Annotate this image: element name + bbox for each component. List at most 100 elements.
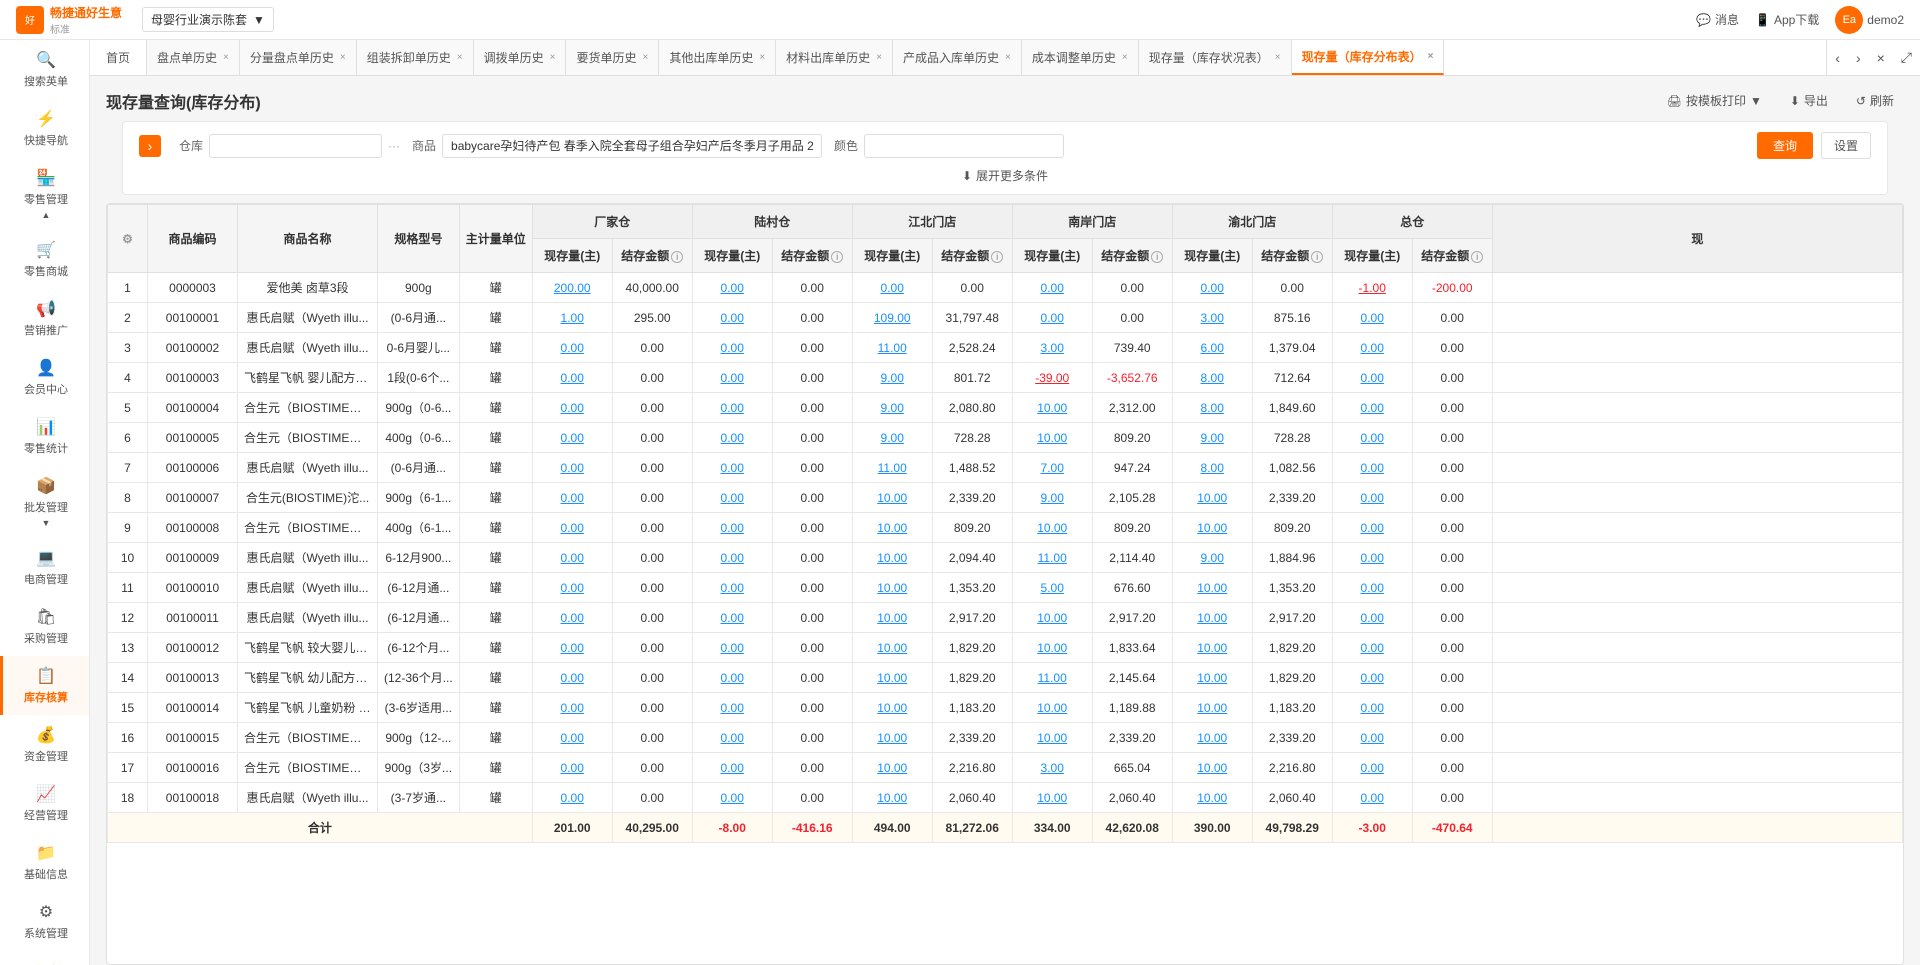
cell-na-amt: 2,105.28 [1092, 483, 1172, 513]
close-icon[interactable]: × [1428, 51, 1434, 62]
message-btn[interactable]: 💬 消息 [1696, 11, 1739, 28]
tab-prev-btn[interactable]: ‹ [1827, 40, 1848, 76]
tab-next-btn[interactable]: › [1848, 40, 1869, 76]
gear-icon[interactable]: ⚙ [122, 232, 133, 246]
sidebar-item-marketing[interactable]: 📢 营销推广 [0, 289, 89, 348]
close-icon[interactable]: × [759, 52, 765, 63]
close-icon[interactable]: × [642, 52, 648, 63]
cell-jb-amt: 2,528.24 [932, 333, 1012, 363]
cell-unit: 罐 [459, 633, 532, 663]
cell-lc-amt: 0.00 [772, 753, 852, 783]
cell-yb-amt: 2,216.80 [1252, 753, 1332, 783]
expand-left-btn[interactable]: › [139, 135, 161, 157]
cell-spec: (6-12月通... [378, 603, 460, 633]
cell-lc-amt: 0.00 [772, 333, 852, 363]
info-icon[interactable]: i [1471, 251, 1483, 263]
info-icon[interactable]: i [1151, 251, 1163, 263]
cell-lc-amt: 0.00 [772, 633, 852, 663]
close-icon[interactable]: × [1122, 52, 1128, 63]
cell-jb-qty: 10.00 [852, 543, 932, 573]
cell-spec: 900g [378, 273, 460, 303]
cell-code: 00100014 [148, 693, 238, 723]
expand-btn[interactable]: ⬇ 展开更多条件 [962, 167, 1048, 184]
tab-xiancun-status[interactable]: 现存量（库存状况表） × [1139, 40, 1292, 75]
tab-yaohuo[interactable]: 要货单历史 × [566, 40, 659, 75]
table-row: 5 00100004 合生元（BIOSTIME）... 900g（0-6... … [108, 393, 1903, 423]
warehouse-input[interactable] [209, 134, 382, 158]
sidebar-item-member[interactable]: 👤 会员中心 [0, 348, 89, 407]
cell-unit: 罐 [459, 423, 532, 453]
info-icon[interactable]: i [1311, 251, 1323, 263]
cell-name: 飞鹤星飞帆 婴儿配方奶... [238, 363, 378, 393]
th-jb-qty: 现存量(主) [852, 239, 932, 273]
info-icon[interactable]: i [671, 251, 683, 263]
tab-cailiaochu[interactable]: 材料出库单历史 × [776, 40, 893, 75]
cell-lc-qty: 0.00 [692, 273, 772, 303]
close-icon[interactable]: × [550, 52, 556, 63]
cell-cj-qty: 0.00 [532, 573, 612, 603]
cell-yb-qty: 10.00 [1172, 723, 1252, 753]
cell-na-amt: 676.60 [1092, 573, 1172, 603]
tab-chengben[interactable]: 成本调整单历史 × [1022, 40, 1139, 75]
sidebar-item-retail-mgmt[interactable]: 🏪 零售管理 ▲ [0, 158, 89, 230]
tab-close-btn[interactable]: × [1869, 40, 1893, 76]
cell-na-qty: 9.00 [1012, 483, 1092, 513]
page-header: 现存量查询(库存分布) 🖨 按模板打印 ▼ ⬇ 导出 ↺ [90, 76, 1920, 121]
cell-lc-qty: 0.00 [692, 393, 772, 423]
sidebar-item-label: 经营管理 [24, 807, 68, 823]
finance-icon: 💰 [36, 725, 56, 745]
cell-na-amt: 2,114.40 [1092, 543, 1172, 573]
sidebar-item-finance[interactable]: 💰 资金管理 [0, 715, 89, 774]
print-btn[interactable]: 🖨 按模板打印 ▼ [1657, 88, 1772, 113]
sidebar-item-mall[interactable]: 🛒 零售商城 [0, 230, 89, 289]
cell-jb-amt: 31,797.48 [932, 303, 1012, 333]
tab-xiancun-dist[interactable]: 现存量（库存分布表） × [1292, 40, 1445, 75]
export-btn[interactable]: ⬇ 导出 [1780, 88, 1838, 113]
cell-lc-qty: 0.00 [692, 543, 772, 573]
query-btn[interactable]: 查询 [1757, 132, 1813, 159]
stat-icon: 📊 [36, 417, 56, 437]
tab-qita[interactable]: 其他出库单历史 × [659, 40, 776, 75]
close-icon[interactable]: × [1005, 52, 1011, 63]
setting-btn[interactable]: 设置 [1821, 132, 1871, 159]
refresh-btn[interactable]: ↺ 刷新 [1846, 88, 1904, 113]
close-icon[interactable]: × [457, 52, 463, 63]
cell-jb-qty: 10.00 [852, 573, 932, 603]
sidebar-item-search[interactable]: 🔍 搜索英单 [0, 40, 89, 99]
cell-na-qty: 11.00 [1012, 543, 1092, 573]
sidebar-item-operation[interactable]: 📈 经营管理 [0, 774, 89, 833]
tab-chancheng[interactable]: 产成品入库单历史 × [893, 40, 1022, 75]
sidebar-item-nav[interactable]: ⚡ 快捷导航 [0, 99, 89, 158]
tab-pandian[interactable]: 盘点单历史 × [147, 40, 240, 75]
sidebar-item-purchase[interactable]: 🛍 采购管理 [0, 597, 89, 656]
tab-zuhe[interactable]: 组装拆卸单历史 × [357, 40, 474, 75]
sidebar-item-collab[interactable]: 🤝 企业协同 [0, 951, 89, 965]
app-download-btn[interactable]: 📱 App下载 [1755, 11, 1819, 28]
sidebar-item-basic[interactable]: 📁 基础信息 [0, 833, 89, 892]
tab-fenpan[interactable]: 分量盘点单历史 × [240, 40, 357, 75]
goods-input[interactable] [442, 134, 822, 158]
user-menu[interactable]: Ea demo2 [1835, 6, 1904, 34]
close-icon[interactable]: × [340, 52, 346, 63]
table-wrapper[interactable]: ⚙ 商品编码 商品名称 规格型号 主计量单位 厂家仓 陆村仓 江北门店 南岸门店… [106, 203, 1904, 965]
industry-selector[interactable]: 母婴行业演示陈套 ▼ [142, 7, 274, 32]
sidebar-item-wholesale[interactable]: 📦 批发管理 ▼ [0, 466, 89, 538]
sidebar-item-retail-stat[interactable]: 📊 零售统计 [0, 407, 89, 466]
close-icon[interactable]: × [876, 52, 882, 63]
sidebar-item-system[interactable]: ⚙ 系统管理 [0, 892, 89, 951]
info-icon[interactable]: i [991, 251, 1003, 263]
total-xc [1492, 813, 1902, 843]
tab-home[interactable]: 首页 [90, 40, 147, 75]
tab-expand-btn[interactable]: ⤢ [1893, 40, 1920, 76]
close-icon[interactable]: × [1275, 52, 1281, 63]
cell-lc-amt: 0.00 [772, 783, 852, 813]
close-icon[interactable]: × [223, 52, 229, 63]
sidebar-item-ecommerce[interactable]: 💻 电商管理 [0, 538, 89, 597]
color-input[interactable] [864, 134, 1064, 158]
cell-cj-qty: 1.00 [532, 303, 612, 333]
sidebar-item-inventory[interactable]: 📋 库存核算 [0, 656, 89, 715]
tab-diaob[interactable]: 调拨单历史 × [474, 40, 567, 75]
cell-yb-qty: 10.00 [1172, 633, 1252, 663]
info-icon[interactable]: i [831, 251, 843, 263]
expand-icon: ⬇ [962, 169, 972, 183]
